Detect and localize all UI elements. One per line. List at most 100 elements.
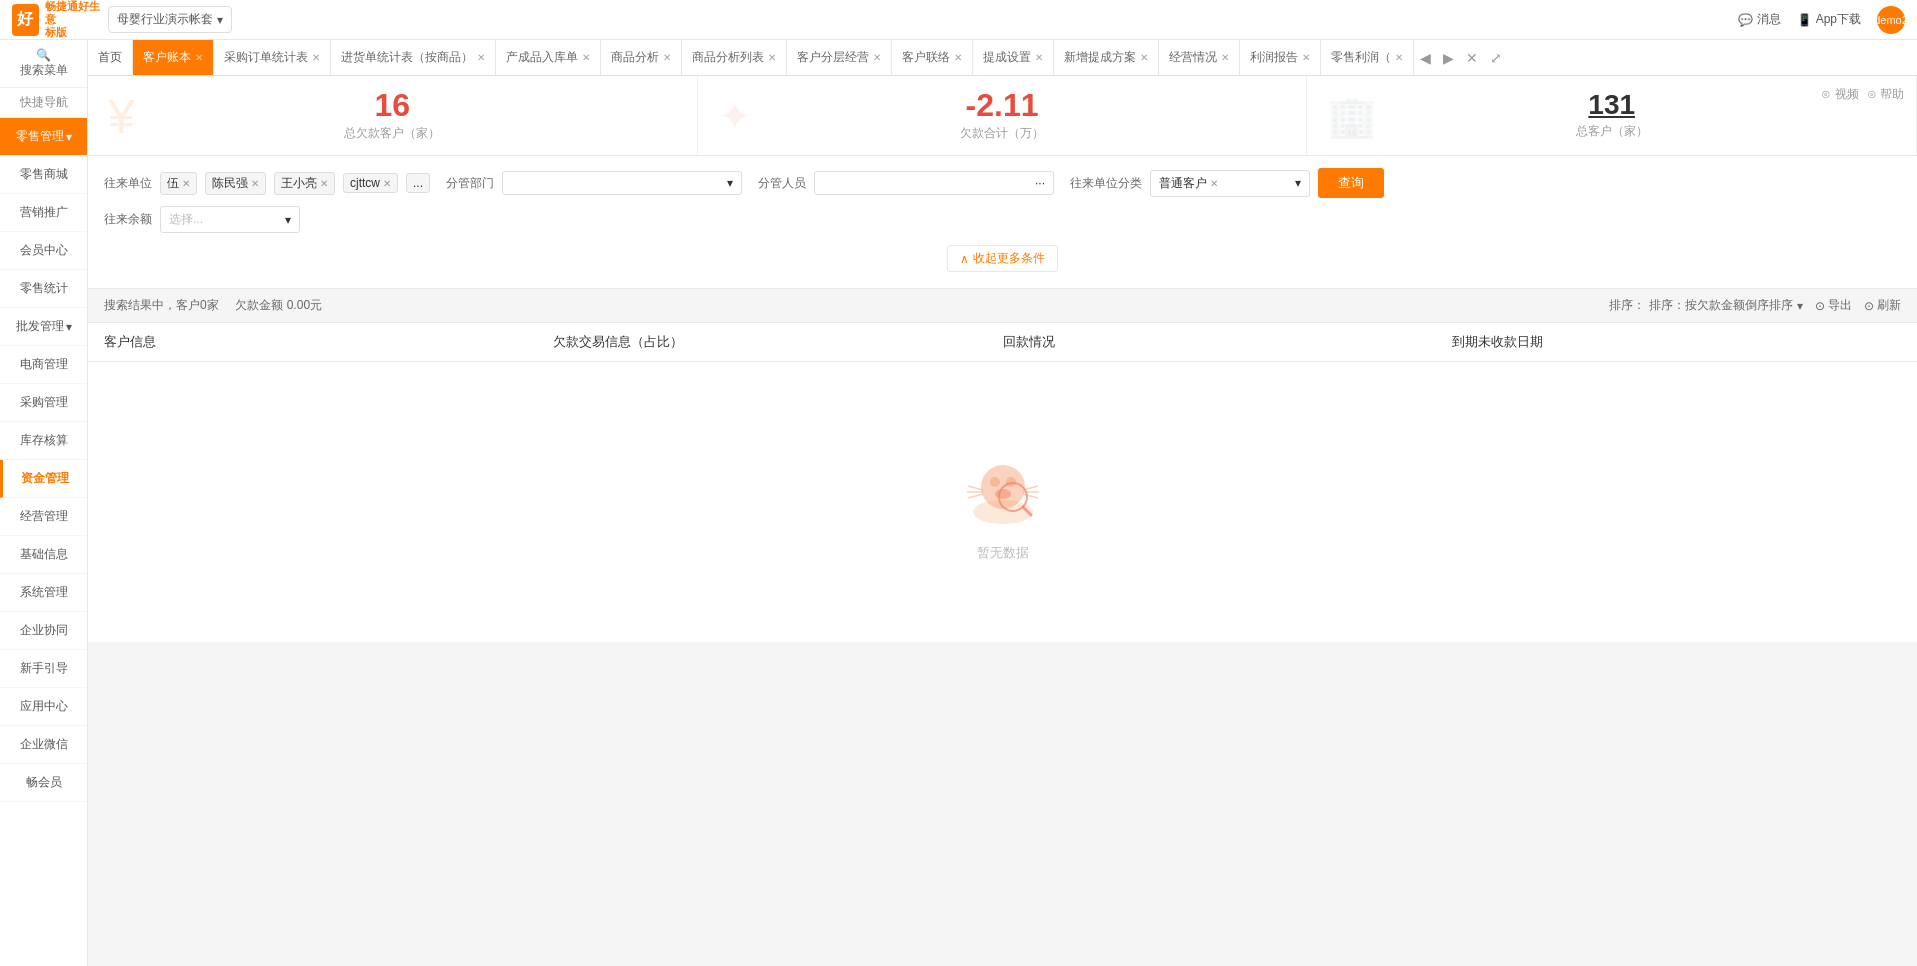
sidebar-quick-nav[interactable]: 快捷导航 (0, 88, 87, 118)
tab-purchase-order-stats[interactable]: 采购订单统计表 ✕ (214, 40, 331, 76)
store-selector[interactable]: 母婴行业演示帐套 ▾ (108, 6, 232, 33)
top-bar: 好 畅捷通好生意 标版 母婴行业演示帐套 ▾ 💬 消息 📱 App下载 demo… (0, 0, 1917, 40)
close-icon[interactable]: ✕ (1140, 52, 1148, 63)
filter-tag-cjttcw[interactable]: cjttcw ✕ (343, 173, 398, 193)
video-link[interactable]: ⊙ 视频 (1821, 86, 1858, 103)
help-link[interactable]: ⊙ 帮助 (1867, 86, 1904, 103)
sidebar-item-purchase[interactable]: 采购管理 (0, 384, 87, 422)
remove-tag-cjttcw[interactable]: ✕ (383, 178, 391, 189)
sidebar-item-retail-stats[interactable]: 零售统计 (0, 270, 87, 308)
sidebar-item-operations[interactable]: 经营管理 (0, 498, 87, 536)
sidebar-search[interactable]: 🔍 搜索菜单 (0, 40, 87, 88)
sidebar-item-new-guide[interactable]: 新手引导 (0, 650, 87, 688)
filter-area: 往来单位 伍 ✕ 陈民强 ✕ 王小亮 ✕ cjttcw (88, 156, 1917, 289)
message-button[interactable]: 💬 消息 (1738, 11, 1781, 28)
col-debt-info: 欠款交易信息（占比） (553, 333, 1002, 351)
tab-customer-account[interactable]: 客户账本 ✕ (133, 40, 214, 76)
tab-customer-contact[interactable]: 客户联络 ✕ (892, 40, 973, 76)
tab-product-inbound[interactable]: 产成品入库单 ✕ (496, 40, 601, 76)
filter-collapse-button[interactable]: ∧ 收起更多条件 (947, 245, 1058, 272)
sidebar-item-enterprise-wechat[interactable]: 企业微信 (0, 726, 87, 764)
sidebar-item-app-center[interactable]: 应用中心 (0, 688, 87, 726)
filter-remainder-dropdown[interactable]: 选择... ▾ (160, 206, 300, 233)
filter-tag-wu[interactable]: 伍 ✕ (160, 172, 197, 195)
sidebar-item-vip-member[interactable]: 畅会员 (0, 764, 87, 802)
tab-product-analysis[interactable]: 商品分析 ✕ (601, 40, 682, 76)
chevron-down-icon: ▾ (1295, 176, 1301, 190)
close-icon[interactable]: ✕ (954, 52, 962, 63)
close-icon[interactable]: ✕ (312, 52, 320, 63)
chevron-up-icon: ∧ (960, 252, 969, 266)
sort-selector[interactable]: 排序： 排序：按欠款金额倒序排序 ▾ (1609, 297, 1803, 314)
remove-tag-normal-customer[interactable]: ✕ (1210, 178, 1218, 189)
sidebar-item-retail-mall[interactable]: 零售商城 (0, 156, 87, 194)
sidebar-item-ecommerce[interactable]: 电商管理 (0, 346, 87, 384)
remove-tag-wu[interactable]: ✕ (182, 178, 190, 189)
tab-product-analysis-list[interactable]: 商品分析列表 ✕ (682, 40, 787, 76)
sidebar-item-marketing[interactable]: 营销推广 (0, 194, 87, 232)
filter-tag-more[interactable]: ... (406, 173, 430, 193)
export-button[interactable]: ⊙ 导出 (1815, 297, 1852, 314)
stat-icon-1: ¥ (108, 88, 135, 143)
filter-tag-wang[interactable]: 王小亮 ✕ (274, 172, 335, 195)
close-icon[interactable]: ✕ (1221, 52, 1229, 63)
close-icon[interactable]: ✕ (1395, 52, 1403, 63)
chevron-down-icon: ▾ (285, 213, 291, 227)
table-area: 客户信息 欠款交易信息（占比） 回款情况 到期未收款日期 (88, 323, 1917, 642)
stat-actions: ⊙ 视频 ⊙ 帮助 (1821, 86, 1904, 103)
filter-tag-chen[interactable]: 陈民强 ✕ (205, 172, 266, 195)
sidebar-item-basic-info[interactable]: 基础信息 (0, 536, 87, 574)
sidebar-item-member-center[interactable]: 会员中心 (0, 232, 87, 270)
download-icon: 📱 (1797, 13, 1812, 27)
filter-dept-dropdown[interactable]: ▾ (502, 171, 742, 195)
tab-customer-segment[interactable]: 客户分层经营 ✕ (787, 40, 892, 76)
tab-new-plan[interactable]: 新增提成方案 ✕ (1054, 40, 1159, 76)
tab-expand[interactable]: ⤢ (1484, 40, 1508, 76)
tab-scroll-left[interactable]: ◀ (1414, 40, 1437, 76)
sidebar-item-enterprise-collab[interactable]: 企业协同 (0, 612, 87, 650)
result-bar: 搜索结果中，客户0家 欠款金额 0.00元 排序： 排序：按欠款金额倒序排序 ▾… (88, 289, 1917, 323)
refresh-button[interactable]: ⊙ 刷新 (1864, 297, 1901, 314)
remove-tag-chen[interactable]: ✕ (251, 178, 259, 189)
sidebar-item-batch-mgmt[interactable]: 批发管理 ▾ (0, 308, 87, 346)
tab-remind-settings[interactable]: 提成设置 ✕ (973, 40, 1054, 76)
app-download-button[interactable]: 📱 App下载 (1797, 11, 1861, 28)
filter-unit-category-dropdown[interactable]: 普通客户 ✕ ▾ (1150, 170, 1310, 197)
result-bar-right: 排序： 排序：按欠款金额倒序排序 ▾ ⊙ 导出 ⊙ 刷新 (1609, 297, 1901, 314)
query-button[interactable]: 查询 (1318, 168, 1384, 198)
filter-tag-normal-customer[interactable]: 普通客户 ✕ (1159, 175, 1218, 192)
page-content: ¥ 16 总欠款客户（家） ✦ -2.11 欠款合计（万） 🏢 131 总客户（… (88, 76, 1917, 966)
chevron-down-icon: ▾ (1797, 299, 1803, 313)
tab-scroll-right[interactable]: ▶ (1437, 40, 1460, 76)
filter-person-dropdown[interactable]: ··· (814, 171, 1054, 195)
close-icon[interactable]: ✕ (873, 52, 881, 63)
chevron-down-icon: ▾ (727, 176, 733, 190)
close-icon[interactable]: ✕ (582, 52, 590, 63)
tab-close-all[interactable]: ✕ (1460, 40, 1484, 76)
close-icon[interactable]: ✕ (477, 52, 485, 63)
tab-business-status[interactable]: 经营情况 ✕ (1159, 40, 1240, 76)
table-empty-state: 暂无数据 (88, 362, 1917, 642)
tab-retail-profit[interactable]: 零售利润（ ✕ (1321, 40, 1414, 76)
tab-home[interactable]: 首页 (88, 40, 133, 76)
close-icon[interactable]: ✕ (195, 52, 203, 63)
sidebar-item-system[interactable]: 系统管理 (0, 574, 87, 612)
sidebar: 🔍 搜索菜单 快捷导航 零售管理 ▾ 零售商城 营销推广 会员中心 零售统计 批… (0, 40, 88, 966)
tab-inbound-stats[interactable]: 进货单统计表（按商品） ✕ (331, 40, 496, 76)
filter-unit-category-label: 往来单位分类 (1070, 175, 1142, 192)
table-header: 客户信息 欠款交易信息（占比） 回款情况 到期未收款日期 (88, 323, 1917, 362)
avatar[interactable]: demo2 (1877, 6, 1905, 34)
remove-tag-wang[interactable]: ✕ (320, 178, 328, 189)
close-icon[interactable]: ✕ (1035, 52, 1043, 63)
sidebar-item-retail-mgmt[interactable]: 零售管理 ▾ (0, 118, 87, 156)
close-icon[interactable]: ✕ (1302, 52, 1310, 63)
close-icon[interactable]: ✕ (768, 52, 776, 63)
close-icon[interactable]: ✕ (663, 52, 671, 63)
stat-value-customers: 16 (375, 89, 411, 121)
chevron-down-icon: ▾ (66, 320, 72, 334)
tab-profit-report[interactable]: 利润报告 ✕ (1240, 40, 1321, 76)
logo-area: 好 畅捷通好生意 标版 (12, 0, 100, 39)
sidebar-item-finance[interactable]: 资金管理 (0, 460, 87, 498)
sidebar-item-inventory[interactable]: 库存核算 (0, 422, 87, 460)
stat-icon-3: 🏢 (1327, 92, 1377, 139)
